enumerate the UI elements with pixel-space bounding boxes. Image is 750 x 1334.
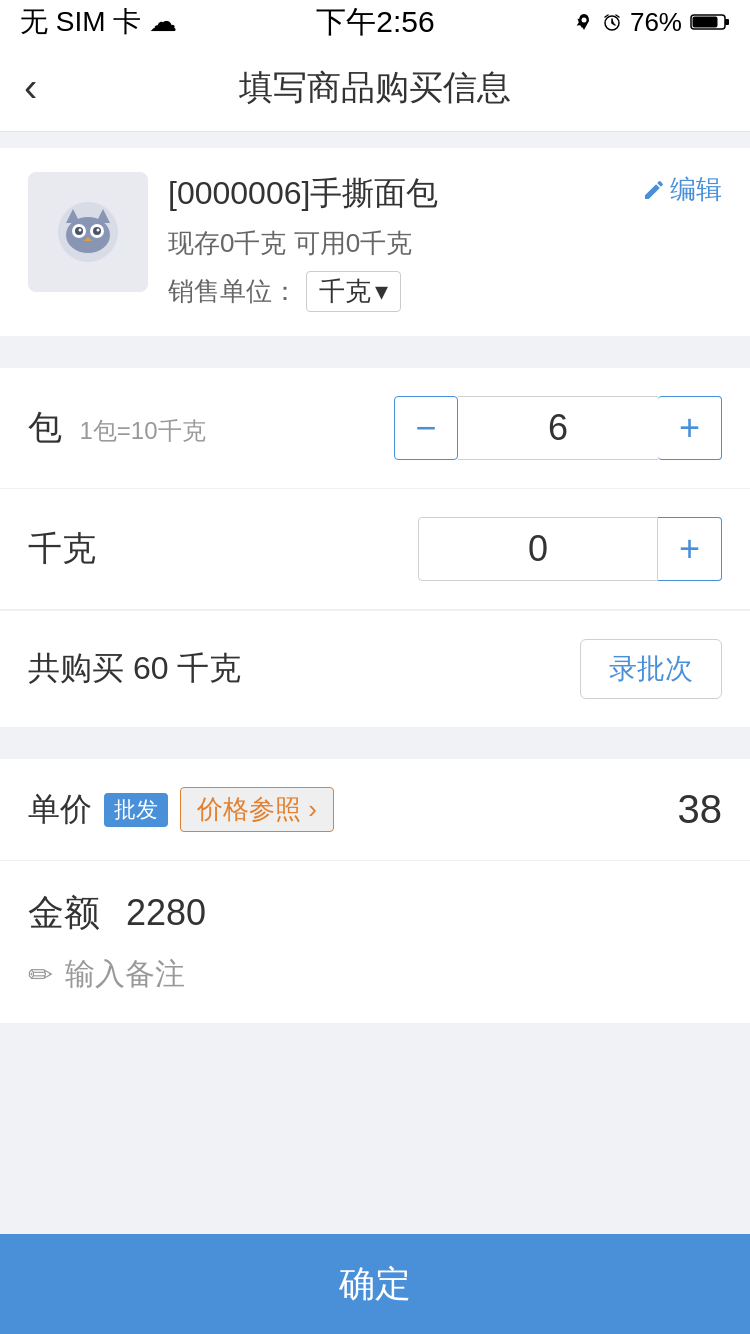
pack-plus-button[interactable]: + <box>658 396 722 460</box>
remark-placeholder: 输入备注 <box>65 954 185 995</box>
product-thumbnail <box>28 172 148 292</box>
price-value: 38 <box>678 787 723 832</box>
kg-label: 千克 <box>28 526 418 572</box>
pencil-icon: ✏ <box>28 957 53 992</box>
pack-quantity-input[interactable] <box>458 396 658 460</box>
pack-row: 包 1包=10千克 − + <box>0 368 750 489</box>
product-name: [0000006]手撕面包 <box>168 172 438 216</box>
price-ref-button[interactable]: 价格参照 › <box>180 787 334 832</box>
sim-text: 无 SIM 卡 ☁ <box>20 3 177 41</box>
product-logo <box>53 197 123 267</box>
alarm-icon <box>602 12 622 32</box>
pack-label: 包 1包=10千克 <box>28 405 394 451</box>
back-button[interactable]: ‹ <box>24 65 37 110</box>
price-section: 单价 批发 价格参照 › 38 <box>0 759 750 860</box>
location-icon <box>574 12 594 32</box>
summary-row: 共购买 60 千克 录批次 <box>0 610 750 727</box>
svg-rect-4 <box>693 17 718 28</box>
remark-row[interactable]: ✏ 输入备注 <box>28 954 722 995</box>
edit-label: 编辑 <box>670 172 722 207</box>
unit-select[interactable]: 千克 ▾ <box>306 271 401 312</box>
battery-text: 76% <box>630 7 682 38</box>
page-title: 填写商品购买信息 <box>239 65 511 111</box>
svg-point-14 <box>97 229 100 232</box>
amount-value: 2280 <box>126 892 206 933</box>
divider-2 <box>0 727 750 743</box>
confirm-button[interactable]: 确定 <box>0 1234 750 1334</box>
summary-text: 共购买 60 千克 <box>28 647 241 691</box>
dropdown-arrow: ▾ <box>375 276 388 307</box>
pack-quantity-control: − + <box>394 396 722 460</box>
kg-plus-button[interactable]: + <box>658 517 722 581</box>
price-row: 单价 批发 价格参照 › 38 <box>28 787 722 832</box>
divider-1 <box>0 336 750 352</box>
status-time: 下午2:56 <box>316 2 434 43</box>
status-bar: 无 SIM 卡 ☁ 下午2:56 76% <box>0 0 750 44</box>
batch-button[interactable]: 录批次 <box>580 639 722 699</box>
kg-row: 千克 + <box>0 489 750 610</box>
price-badge: 批发 <box>104 793 168 827</box>
product-stock: 现存0千克 可用0千克 <box>168 226 722 261</box>
svg-point-0 <box>581 18 586 23</box>
kg-quantity-input[interactable] <box>418 517 658 581</box>
product-info: [0000006]手撕面包 编辑 现存0千克 可用0千克 销售单位： 千克 ▾ <box>168 172 722 312</box>
price-label: 单价 批发 价格参照 › <box>28 787 334 832</box>
product-section: [0000006]手撕面包 编辑 现存0千克 可用0千克 销售单位： 千克 ▾ <box>0 148 750 336</box>
pack-minus-button[interactable]: − <box>394 396 458 460</box>
edit-button[interactable]: 编辑 <box>642 172 722 207</box>
battery-icon <box>690 12 730 32</box>
input-section: 包 1包=10千克 − + 千克 + <box>0 368 750 610</box>
status-left: 无 SIM 卡 ☁ <box>20 3 177 41</box>
pack-sub: 1包=10千克 <box>79 417 205 444</box>
amount-text: 金额 2280 <box>28 889 722 938</box>
status-right: 76% <box>574 7 730 38</box>
confirm-label: 确定 <box>339 1260 411 1309</box>
svg-point-8 <box>66 217 110 253</box>
edit-icon <box>642 178 666 202</box>
product-unit: 销售单位： 千克 ▾ <box>168 271 722 312</box>
svg-point-13 <box>79 229 82 232</box>
nav-bar: ‹ 填写商品购买信息 <box>0 44 750 132</box>
svg-rect-3 <box>725 19 729 25</box>
kg-quantity-control: + <box>418 517 722 581</box>
